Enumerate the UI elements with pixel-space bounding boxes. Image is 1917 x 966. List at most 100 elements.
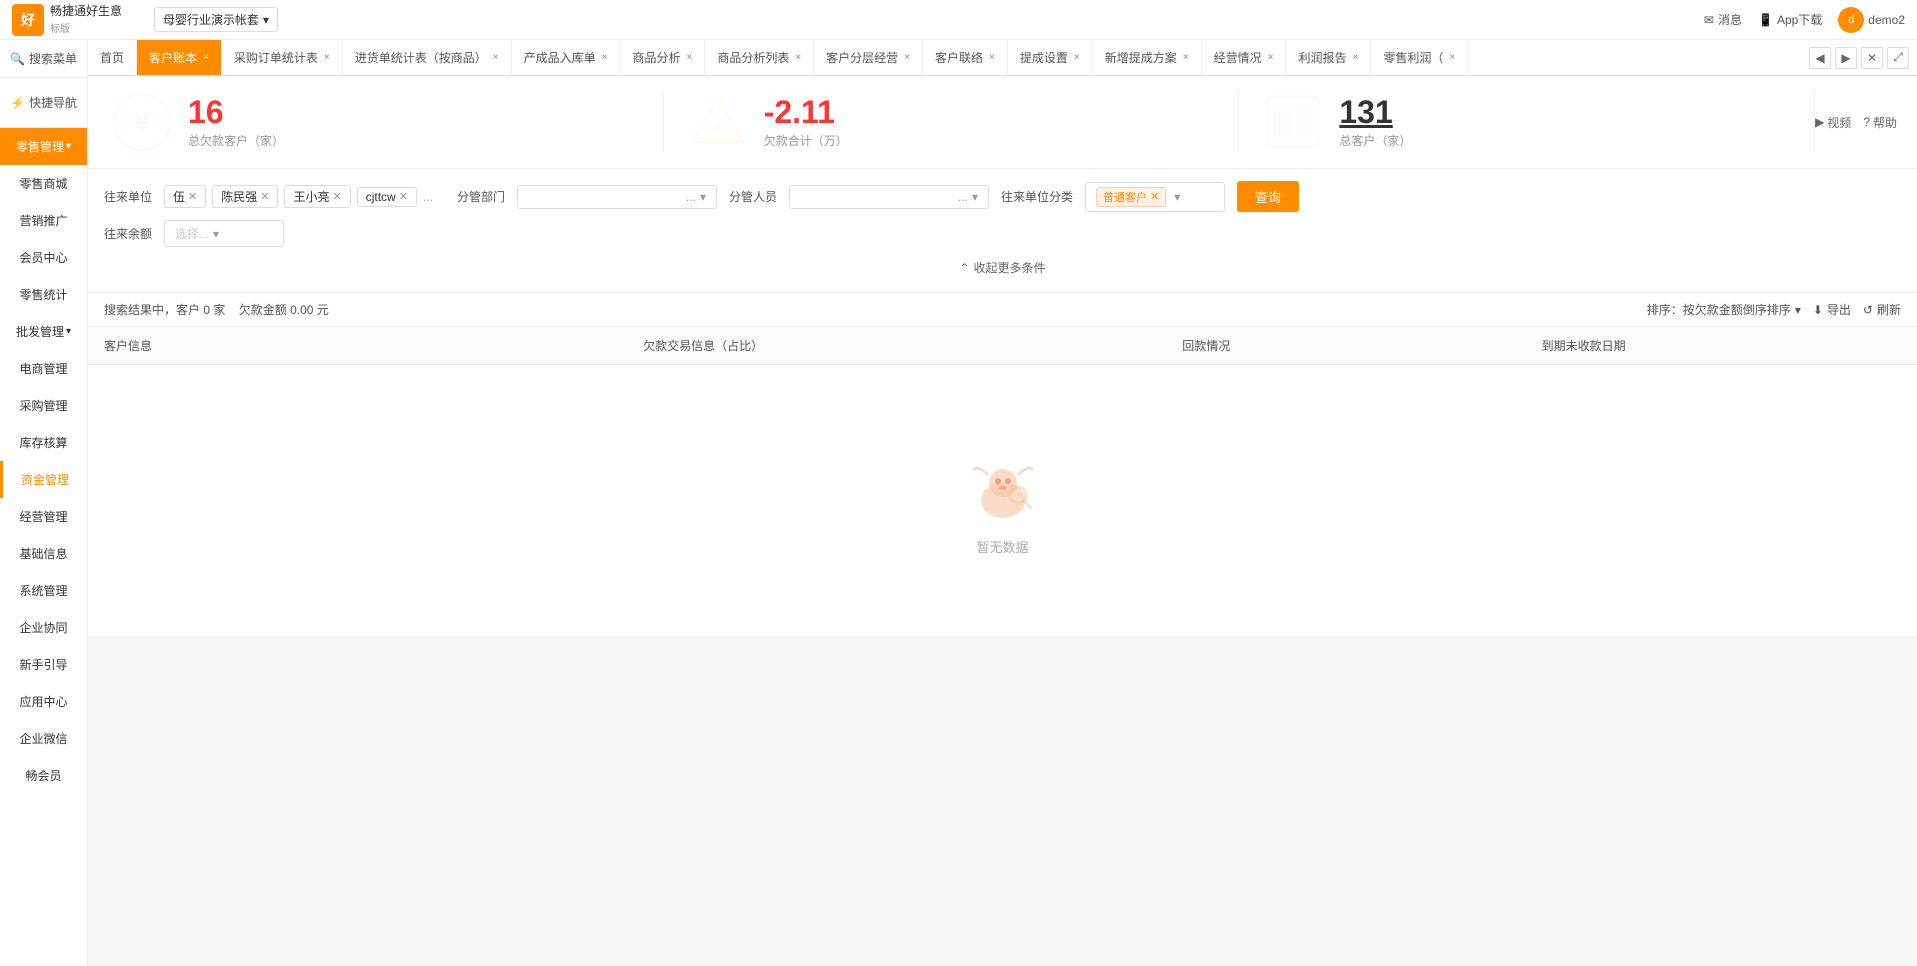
- table-col-repayment: 回款情况: [1182, 337, 1541, 354]
- tab-6[interactable]: 商品分析列表×: [705, 40, 814, 76]
- tab-label-3: 进货单统计表（按商品）: [355, 49, 487, 66]
- tab-close-6[interactable]: ×: [795, 52, 801, 63]
- sidebar-item-14[interactable]: 新手引导: [0, 646, 87, 683]
- tab-close-3[interactable]: ×: [493, 52, 499, 63]
- app-download-button[interactable]: 📱 App下载: [1758, 11, 1822, 28]
- sidebar-item-13[interactable]: 企业协同: [0, 609, 87, 646]
- stat-debt-customers-label: 总欠款客户（家）: [188, 132, 284, 149]
- sidebar-item-1[interactable]: 零售商城: [0, 165, 87, 202]
- tab-0[interactable]: 首页: [88, 40, 137, 76]
- tab-close-8[interactable]: ×: [989, 52, 995, 63]
- help-button[interactable]: ? 帮助: [1863, 114, 1897, 131]
- tab-close-2[interactable]: ×: [324, 52, 330, 63]
- tab-9[interactable]: 提成设置×: [1008, 40, 1093, 76]
- unit-tag-wu-remove[interactable]: ✕: [188, 190, 197, 203]
- tab-prev-button[interactable]: ◀: [1809, 47, 1831, 69]
- tab-close-4[interactable]: ×: [602, 52, 608, 63]
- person-filter-select[interactable]: ... ▾: [789, 185, 989, 209]
- tab-close-13[interactable]: ×: [1449, 52, 1455, 63]
- chevron-down-icon: ▾: [66, 141, 71, 152]
- sidebar-item-11[interactable]: 基础信息: [0, 535, 87, 572]
- table-col-debt: 欠款交易信息（占比）: [643, 337, 1182, 354]
- collapse-button[interactable]: ⌃ 收起更多条件: [951, 255, 1053, 280]
- sidebar-item-0[interactable]: 零售管理▾: [0, 128, 87, 165]
- unit-tag-chen-remove[interactable]: ✕: [260, 190, 269, 203]
- tab-label-5: 商品分析: [632, 49, 680, 66]
- unit-filter-more[interactable]: ...: [423, 190, 433, 204]
- tab-10[interactable]: 新增提成方案×: [1093, 40, 1202, 76]
- results-actions: 排序：按欠款金额倒序排序 ▾ ⬇ 导出 ↺ 刷新: [1647, 301, 1901, 318]
- dept-filter-more[interactable]: ...: [686, 190, 696, 204]
- tab-1[interactable]: 客户账本×: [137, 40, 222, 76]
- unit-tag-chen: 陈民强 ✕: [212, 185, 278, 208]
- tab-8[interactable]: 客户联络×: [923, 40, 1008, 76]
- refresh-icon: ↺: [1863, 303, 1873, 317]
- sidebar-item-10[interactable]: 经营管理: [0, 498, 87, 535]
- balance-chevron-icon: ▾: [213, 227, 219, 241]
- refresh-button[interactable]: ↺ 刷新: [1863, 301, 1901, 318]
- tab-label-7: 客户分层经营: [826, 49, 898, 66]
- tab-close-10[interactable]: ×: [1183, 52, 1189, 63]
- tab-close-11[interactable]: ×: [1268, 52, 1274, 63]
- sort-selector[interactable]: 排序：按欠款金额倒序排序 ▾: [1647, 301, 1801, 318]
- tab-close-all-button[interactable]: ✕: [1861, 47, 1883, 69]
- tab-close-9[interactable]: ×: [1074, 52, 1080, 63]
- unit-tag-wang-text: 王小亮: [293, 188, 329, 205]
- sidebar-item-16[interactable]: 企业微信: [0, 720, 87, 757]
- person-filter-more[interactable]: ...: [958, 190, 968, 204]
- tab-2[interactable]: 采购订单统计表×: [222, 40, 343, 76]
- quick-nav-item[interactable]: ⚡ 快捷导航: [0, 86, 87, 119]
- content-area: 首页客户账本×采购订单统计表×进货单统计表（按商品）×产成品入库单×商品分析×商…: [88, 40, 1917, 966]
- tab-7[interactable]: 客户分层经营 ×: [814, 40, 923, 76]
- stat-debt-customers-number: 16: [188, 96, 284, 128]
- sidebar-search[interactable]: 🔍 搜索菜单: [0, 40, 87, 78]
- balance-filter-select[interactable]: 选择... ▾: [164, 220, 284, 247]
- messages-button[interactable]: ✉ 消息: [1704, 11, 1742, 28]
- tab-label-11: 经营情况: [1214, 49, 1262, 66]
- stat-total-customers: 131 总客户（家）: [1239, 92, 1815, 152]
- sidebar-item-2[interactable]: 营销推广: [0, 202, 87, 239]
- tab-close-1[interactable]: ×: [203, 52, 209, 63]
- video-icon: ▶: [1815, 115, 1824, 129]
- tab-close-7[interactable]: ×: [904, 52, 910, 63]
- tab-label-0: 首页: [100, 49, 124, 66]
- main-layout: 🔍 搜索菜单 ⚡ 快捷导航 零售管理▾零售商城营销推广会员中心零售统计批发管理▾…: [0, 40, 1917, 966]
- tab-next-button[interactable]: ▶: [1835, 47, 1857, 69]
- unit-tag-wang-remove[interactable]: ✕: [333, 190, 342, 203]
- tab-maximize-button[interactable]: ⤢: [1887, 47, 1909, 69]
- tab-12[interactable]: 利润报告×: [1286, 40, 1371, 76]
- tab-close-5[interactable]: ×: [686, 52, 692, 63]
- stat-total-customers-label: 总客户（家）: [1339, 132, 1411, 149]
- user-menu[interactable]: d demo2: [1838, 7, 1905, 33]
- sidebar-item-6[interactable]: 电商管理: [0, 350, 87, 387]
- store-selector[interactable]: 母婴行业演示帐套 ▾: [154, 7, 278, 32]
- sidebar-quick-nav[interactable]: ⚡ 快捷导航: [0, 78, 87, 128]
- sidebar-item-4[interactable]: 零售统计: [0, 276, 87, 313]
- tab-4[interactable]: 产成品入库单×: [512, 40, 621, 76]
- results-info: 搜索结果中，客户 0 家 欠款金额 0.00 元: [104, 301, 329, 318]
- export-button[interactable]: ⬇ 导出: [1813, 301, 1851, 318]
- sidebar-item-8[interactable]: 库存核算: [0, 424, 87, 461]
- tab-5[interactable]: 商品分析 ×: [620, 40, 705, 76]
- sidebar-item-3[interactable]: 会员中心: [0, 239, 87, 276]
- type-filter-select[interactable]: 普通客户 ✕ ▾: [1085, 182, 1225, 212]
- dept-filter-select[interactable]: ... ▾: [517, 185, 717, 209]
- tab-13[interactable]: 零售利润（×: [1371, 40, 1468, 76]
- sidebar-item-7[interactable]: 采购管理: [0, 387, 87, 424]
- sidebar-item-5[interactable]: 批发管理▾: [0, 313, 87, 350]
- table-col-due-date: 到期未收款日期: [1542, 337, 1901, 354]
- tab-11[interactable]: 经营情况 ×: [1202, 40, 1287, 76]
- unit-tag-cjttcw-remove[interactable]: ✕: [399, 190, 408, 203]
- tab-3[interactable]: 进货单统计表（按商品） ×: [343, 40, 512, 76]
- stat-debt-customers-info: 16 总欠款客户（家）: [188, 96, 284, 149]
- customer-type-remove[interactable]: ✕: [1150, 190, 1159, 203]
- sidebar-item-9[interactable]: 资金管理: [0, 461, 87, 498]
- sidebar-item-12[interactable]: 系统管理: [0, 572, 87, 609]
- export-icon: ⬇: [1813, 303, 1823, 317]
- sidebar-item-17[interactable]: 畅会员: [0, 757, 87, 794]
- sidebar-item-15[interactable]: 应用中心: [0, 683, 87, 720]
- tab-close-12[interactable]: ×: [1352, 52, 1358, 63]
- lightning-icon: ⚡: [10, 96, 25, 110]
- video-button[interactable]: ▶ 视频: [1815, 114, 1851, 131]
- query-button[interactable]: 查询: [1237, 181, 1299, 212]
